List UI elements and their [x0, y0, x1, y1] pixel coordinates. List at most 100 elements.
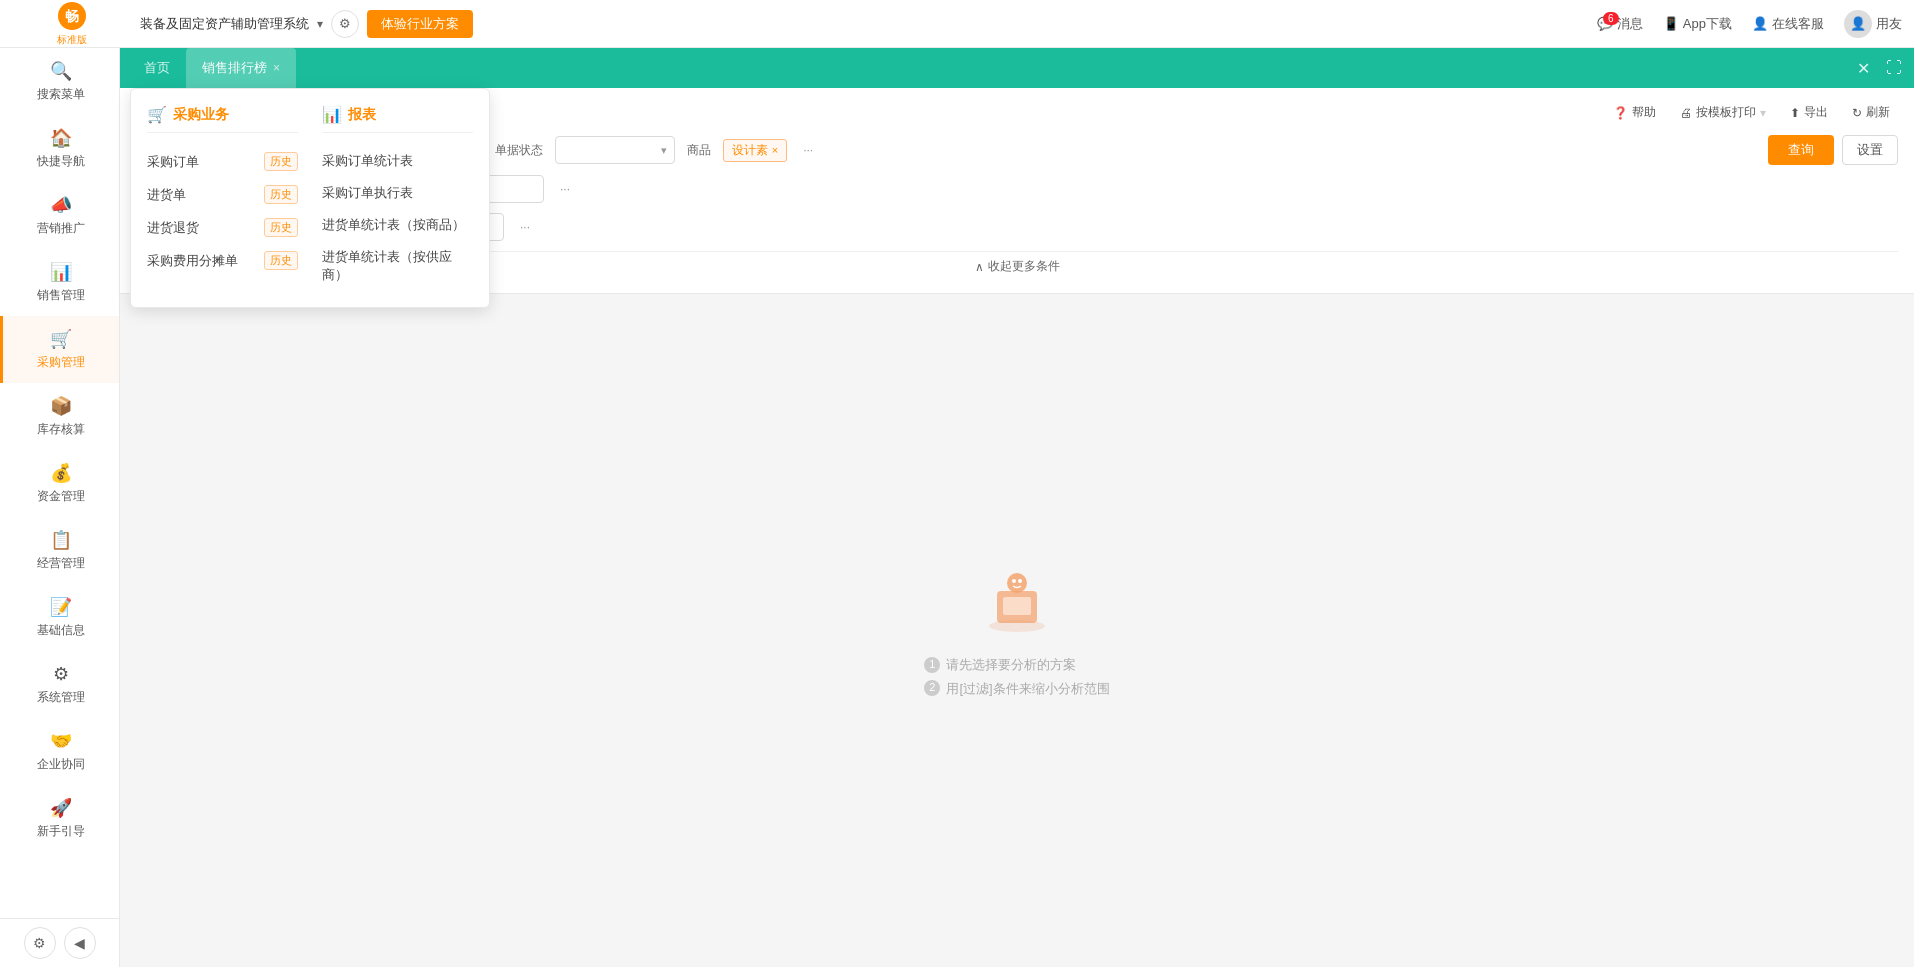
sidebar-label-inventory: 库存核算 [37, 421, 85, 438]
help-label: 帮助 [1632, 104, 1656, 121]
purchase-business-section: 🛒 采购业务 采购订单 历史 进货单 历史 进货退货 历史 采购费用分摊单 历史 [147, 105, 298, 291]
print-label: 按模板打印 [1696, 104, 1756, 121]
order-stats-label: 采购订单统计表 [322, 152, 413, 170]
voucher-status-select[interactable] [555, 136, 675, 164]
sidebar-item-search[interactable]: 🔍 搜索菜单 [0, 48, 119, 115]
goods-tag-text: 设计素 [732, 142, 768, 159]
print-dropdown-icon: ▾ [1760, 106, 1766, 120]
sidebar-item-nav[interactable]: 🏠 快捷导航 [0, 115, 119, 182]
empty-state: 1 请先选择要分析的方案 2 用[过滤]条件来缩小分析范围 [924, 561, 1109, 700]
sidebar-item-marketing[interactable]: 📣 营销推广 [0, 182, 119, 249]
refresh-btn[interactable]: ↻ 刷新 [1844, 100, 1898, 125]
sidebar-item-base[interactable]: 📝 基础信息 [0, 584, 119, 651]
menu-item-return[interactable]: 进货退货 历史 [147, 211, 298, 244]
sidebar-label-collab: 企业协同 [37, 756, 85, 773]
base-icon: 📝 [50, 596, 72, 618]
tip-num-1: 1 [924, 657, 940, 673]
sidebar-label-base: 基础信息 [37, 622, 85, 639]
guide-icon: 🚀 [50, 797, 72, 819]
menu-sections: 🛒 采购业务 采购订单 历史 进货单 历史 进货退货 历史 采购费用分摊单 历史 [147, 105, 473, 291]
message-label: 消息 [1617, 15, 1643, 33]
sidebar-item-guide[interactable]: 🚀 新手引导 [0, 785, 119, 852]
settings-btn[interactable]: 设置 [1842, 135, 1898, 165]
salesman-more-btn[interactable]: ··· [556, 178, 574, 200]
system-name: 装备及固定资产辅助管理系统 [140, 15, 309, 33]
print-icon: 🖨 [1680, 106, 1692, 120]
incoming-badge: 历史 [264, 185, 298, 204]
tab-bar: 首页 销售排行榜 × ✕ ⛶ [120, 48, 1914, 88]
order-exec-label: 采购订单执行表 [322, 184, 413, 202]
sidebar-item-system[interactable]: ⚙ 系统管理 [0, 651, 119, 718]
sidebar-label-system: 系统管理 [37, 689, 85, 706]
sidebar-item-sales[interactable]: 📊 销售管理 [0, 249, 119, 316]
menu-item-incoming-goods[interactable]: 进货单统计表（按商品） [322, 209, 473, 241]
online-service-label: 在线客服 [1772, 15, 1824, 33]
gear-button[interactable]: ⚙ [331, 10, 359, 38]
svg-point-5 [1007, 573, 1027, 593]
tab-close-icon[interactable]: × [273, 61, 280, 75]
collab-icon: 🤝 [50, 730, 72, 752]
goods-tag-close[interactable]: × [772, 144, 778, 156]
export-btn[interactable]: ⬆ 导出 [1782, 100, 1836, 125]
top-bar-right: 💬 6 消息 📱 App下载 👤 在线客服 👤 用友 [1597, 10, 1902, 38]
top-bar: 畅 标准版 装备及固定资产辅助管理系统 ▾ ⚙ 体验行业方案 💬 6 消息 📱 … [0, 0, 1914, 48]
goods-more-btn[interactable]: ··· [799, 139, 817, 161]
sidebar-item-operations[interactable]: 📋 经营管理 [0, 517, 119, 584]
empty-tip-2: 2 用[过滤]条件来缩小分析范围 [924, 677, 1109, 700]
incoming-label: 进货单 [147, 186, 186, 204]
incoming-supplier-label: 进货单统计表（按供应商） [322, 248, 473, 284]
menu-item-order-stats[interactable]: 采购订单统计表 [322, 145, 473, 177]
customer-more-btn[interactable]: ··· [516, 216, 534, 238]
tab-close-all-btn[interactable]: ✕ [1853, 55, 1874, 82]
collapse-sidebar-btn[interactable]: ◀ [64, 927, 96, 959]
system-dropdown[interactable]: ▾ [317, 17, 323, 31]
message-action[interactable]: 💬 6 消息 [1597, 15, 1643, 33]
home-icon: 🏠 [50, 127, 72, 149]
menu-item-incoming-supplier[interactable]: 进货单统计表（按供应商） [322, 241, 473, 291]
tab-maximize-btn[interactable]: ⛶ [1882, 55, 1906, 81]
query-btn[interactable]: 查询 [1768, 135, 1834, 165]
empty-illustration [977, 561, 1057, 641]
message-badge: 6 [1603, 12, 1619, 25]
report-section-icon: 📊 [322, 105, 342, 124]
page-content: 1 请先选择要分析的方案 2 用[过滤]条件来缩小分析范围 [120, 294, 1914, 967]
purchase-order-label: 采购订单 [147, 153, 199, 171]
help-btn[interactable]: ❓ 帮助 [1605, 100, 1664, 125]
sidebar-item-inventory[interactable]: 📦 库存核算 [0, 383, 119, 450]
logo-area: 畅 标准版 [12, 0, 132, 47]
menu-item-order-exec[interactable]: 采购订单执行表 [322, 177, 473, 209]
help-icon: ❓ [1613, 106, 1628, 120]
industry-btn[interactable]: 体验行业方案 [367, 10, 473, 38]
avatar: 👤 [1844, 10, 1872, 38]
operations-icon: 📋 [50, 529, 72, 551]
app-download-action[interactable]: 📱 App下载 [1663, 15, 1732, 33]
incoming-goods-label: 进货单统计表（按商品） [322, 216, 465, 234]
user-action[interactable]: 👤 用友 [1844, 10, 1902, 38]
tip-text-2: 用[过滤]条件来缩小分析范围 [946, 677, 1109, 700]
settings-bottom-btn[interactable]: ⚙ [24, 927, 56, 959]
sidebar-item-finance[interactable]: 💰 资金管理 [0, 450, 119, 517]
tab-sales-rank[interactable]: 销售排行榜 × [186, 48, 296, 88]
purchase-order-badge: 历史 [264, 152, 298, 171]
empty-tips: 1 请先选择要分析的方案 2 用[过滤]条件来缩小分析范围 [924, 653, 1109, 700]
tab-sales-rank-label: 销售排行榜 [202, 59, 267, 77]
online-service-action[interactable]: 👤 在线客服 [1752, 15, 1824, 33]
svg-rect-4 [1003, 597, 1031, 615]
tab-home[interactable]: 首页 [128, 48, 186, 88]
purchase-report-label: 报表 [348, 106, 376, 124]
tab-bar-actions: ✕ ⛶ [1853, 55, 1906, 82]
menu-item-expense[interactable]: 采购费用分摊单 历史 [147, 244, 298, 277]
sidebar-label-marketing: 营销推广 [37, 220, 85, 237]
return-label: 进货退货 [147, 219, 199, 237]
sidebar-item-purchase[interactable]: 🛒 采购管理 [0, 316, 119, 383]
refresh-label: 刷新 [1866, 104, 1890, 121]
menu-item-purchase-order[interactable]: 采购订单 历史 [147, 145, 298, 178]
sidebar-item-collab[interactable]: 🤝 企业协同 [0, 718, 119, 785]
print-btn[interactable]: 🖨 按模板打印 ▾ [1672, 100, 1774, 125]
menu-item-incoming[interactable]: 进货单 历史 [147, 178, 298, 211]
top-bar-center: 装备及固定资产辅助管理系统 ▾ ⚙ 体验行业方案 [132, 10, 1597, 38]
sidebar-label-sales: 销售管理 [37, 287, 85, 304]
sidebar-bottom: ⚙ ◀ [0, 918, 119, 967]
sidebar: 🔍 搜索菜单 🏠 快捷导航 📣 营销推广 📊 销售管理 🛒 采购管理 📦 库存核… [0, 48, 120, 967]
export-icon: ⬆ [1790, 106, 1800, 120]
